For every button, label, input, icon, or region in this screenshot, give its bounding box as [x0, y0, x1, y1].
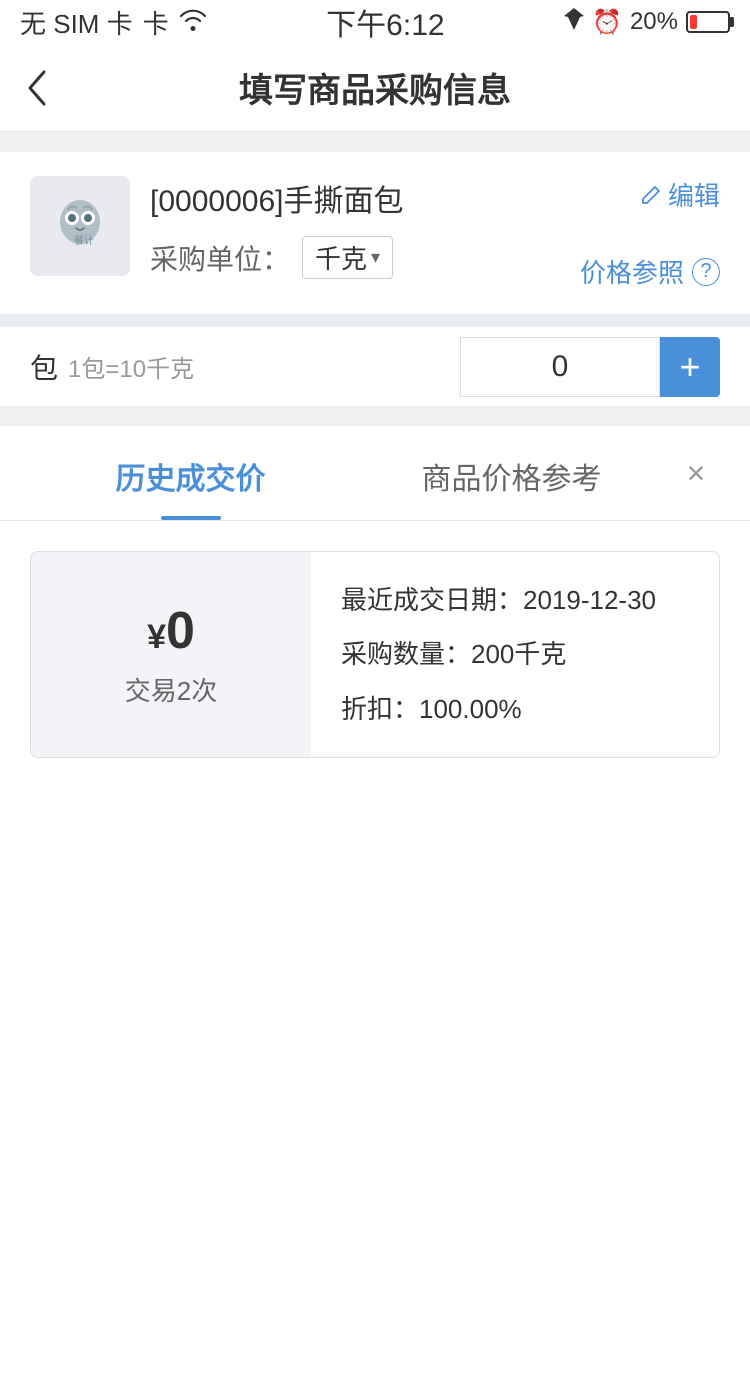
history-detail-qty: 采购数量：200千克	[341, 636, 689, 672]
history-card: ¥0 交易2次 最近成交日期：2019-12-30 采购数量：200千克 折扣：…	[30, 551, 720, 758]
recent-date-value: 2019-12-30	[523, 585, 656, 615]
tab-history-price[interactable]: 历史成交价	[30, 426, 351, 520]
product-logo-icon: 餐计	[50, 190, 110, 262]
svg-text:餐计: 餐计	[74, 234, 94, 247]
sim-icon: 卡	[143, 4, 169, 41]
product-unit-row: 采购单位： 千克 ▾	[150, 236, 403, 279]
product-info: [0000006]手撕面包 采购单位： 千克 ▾	[150, 176, 403, 279]
bottom-space	[0, 788, 750, 1388]
product-thumbnail: 餐计	[30, 176, 130, 276]
product-left: 餐计 [0000006]手撕面包 采购单位： 千克 ▾	[30, 176, 403, 279]
qty-input-group: +	[460, 337, 720, 397]
product-row: 餐计 [0000006]手撕面包 采购单位： 千克 ▾	[30, 176, 720, 290]
qty-label: 采购数量：	[341, 639, 471, 669]
qty-value: 200千克	[471, 639, 566, 669]
location-icon	[564, 8, 584, 37]
unit-selector[interactable]: 千克 ▾	[302, 236, 393, 279]
edit-button[interactable]: 编辑	[640, 176, 720, 213]
history-price: ¥0	[147, 601, 195, 661]
battery-icon	[686, 11, 730, 33]
nav-bar: 填写商品采购信息	[0, 44, 750, 132]
page-title: 填写商品采购信息	[239, 63, 511, 112]
unit-label: 采购单位：	[150, 238, 290, 278]
tabs-header: 历史成交价 商品价格参考 ×	[0, 426, 750, 521]
tab-price-reference[interactable]: 商品价格参考	[351, 426, 672, 520]
tabs-section: 历史成交价 商品价格参考 × ¥0 交易2次 最近成交日期：2019-12-30…	[0, 426, 750, 788]
qty-unit-label: 包	[30, 347, 58, 387]
unit-value: 千克	[315, 239, 367, 276]
wifi-icon	[179, 7, 207, 38]
history-detail-date: 最近成交日期：2019-12-30	[341, 582, 689, 618]
product-card: 餐计 [0000006]手撕面包 采购单位： 千克 ▾	[0, 152, 750, 314]
history-content: ¥0 交易2次 最近成交日期：2019-12-30 采购数量：200千克 折扣：…	[0, 521, 750, 788]
status-bar: 无 SIM 卡 卡 下午6:12 ⏰ 20%	[0, 0, 750, 44]
price-value: 0	[166, 602, 195, 660]
history-detail-discount: 折扣：100.00%	[341, 691, 689, 727]
price-ref-button[interactable]: 价格参照 ?	[580, 253, 720, 290]
carrier-label: 无 SIM 卡	[20, 4, 133, 41]
price-ref-label: 价格参照	[580, 253, 684, 290]
close-icon: ×	[687, 455, 706, 492]
history-trades: 交易2次	[125, 671, 217, 708]
yen-symbol: ¥	[147, 618, 166, 656]
status-left: 无 SIM 卡 卡	[20, 4, 207, 41]
status-right: ⏰ 20%	[564, 8, 730, 37]
plus-icon: +	[679, 346, 700, 388]
section-divider	[0, 314, 750, 326]
qty-plus-button[interactable]: +	[660, 337, 720, 397]
tabs-close-button[interactable]: ×	[672, 449, 720, 497]
battery-percent: 20%	[630, 8, 678, 36]
unit-dropdown-icon: ▾	[371, 247, 380, 268]
discount-value: 100.00%	[419, 694, 522, 724]
quantity-row: 包 1包=10千克 +	[0, 326, 750, 406]
alarm-icon: ⏰	[592, 8, 622, 37]
recent-date-label: 最近成交日期：	[341, 585, 523, 615]
product-name: [0000006]手撕面包	[150, 176, 403, 220]
help-icon: ?	[692, 258, 720, 286]
qty-input[interactable]	[460, 337, 660, 397]
discount-label: 折扣：	[341, 694, 419, 724]
edit-label: 编辑	[668, 176, 720, 213]
history-card-left: ¥0 交易2次	[31, 552, 311, 757]
status-time: 下午6:12	[326, 0, 444, 44]
back-button[interactable]	[24, 68, 48, 108]
qty-conversion-hint: 1包=10千克	[68, 349, 194, 384]
history-card-right: 最近成交日期：2019-12-30 采购数量：200千克 折扣：100.00%	[311, 552, 719, 757]
